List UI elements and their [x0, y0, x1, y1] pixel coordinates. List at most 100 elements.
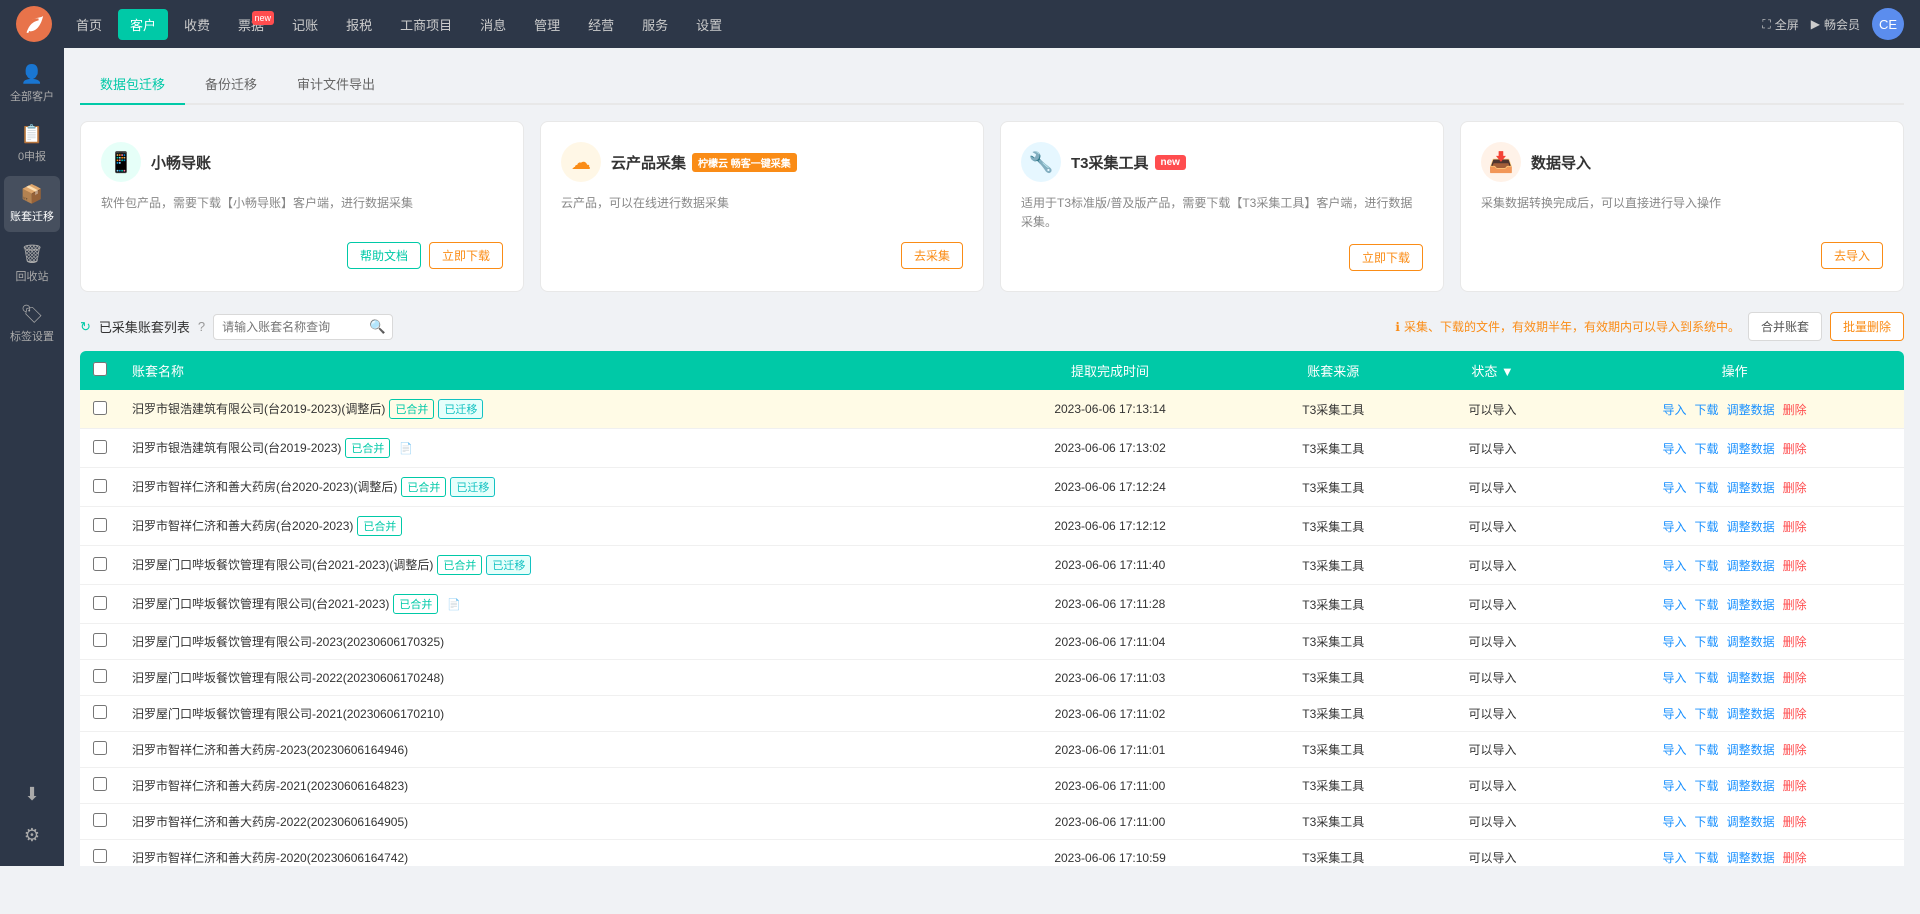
action-删除[interactable]: 删除 [1783, 479, 1807, 496]
action-导入[interactable]: 导入 [1663, 479, 1687, 496]
batch-delete-button[interactable]: 批量删除 [1830, 312, 1904, 341]
action-调整数据[interactable]: 调整数据 [1727, 401, 1775, 418]
nav-payment[interactable]: 收费 [172, 9, 222, 40]
row-checkbox[interactable] [93, 440, 107, 454]
action-调整数据[interactable]: 调整数据 [1727, 813, 1775, 830]
action-删除[interactable]: 删除 [1783, 669, 1807, 686]
action-删除[interactable]: 删除 [1783, 741, 1807, 758]
action-下载[interactable]: 下载 [1695, 849, 1719, 866]
row-checkbox[interactable] [93, 401, 107, 415]
action-导入[interactable]: 导入 [1663, 440, 1687, 457]
nav-message[interactable]: 消息 [468, 9, 518, 40]
action-下载[interactable]: 下载 [1695, 401, 1719, 418]
action-下载[interactable]: 下载 [1695, 557, 1719, 574]
app-logo[interactable] [16, 6, 52, 42]
t3-download-button[interactable]: 立即下载 [1349, 244, 1423, 271]
tab-backup-migration[interactable]: 备份迁移 [185, 64, 277, 105]
nav-settings[interactable]: 设置 [684, 9, 734, 40]
action-调整数据[interactable]: 调整数据 [1727, 518, 1775, 535]
fullscreen-button[interactable]: ⛶ 全屏 [1762, 16, 1798, 33]
row-checkbox[interactable] [93, 705, 107, 719]
help-icon[interactable]: ? [198, 319, 205, 334]
action-导入[interactable]: 导入 [1663, 557, 1687, 574]
action-调整数据[interactable]: 调整数据 [1727, 440, 1775, 457]
action-删除[interactable]: 删除 [1783, 705, 1807, 722]
nav-customer[interactable]: 客户 [118, 9, 168, 40]
row-checkbox[interactable] [93, 479, 107, 493]
sidebar-item-zero-report[interactable]: 📋 0申报 [4, 116, 60, 172]
action-下载[interactable]: 下载 [1695, 479, 1719, 496]
row-checkbox[interactable] [93, 669, 107, 683]
search-button[interactable]: 🔍 [369, 319, 386, 335]
nav-industry[interactable]: 工商项目 [388, 9, 464, 40]
refresh-icon[interactable]: ↻ [80, 319, 91, 335]
action-调整数据[interactable]: 调整数据 [1727, 596, 1775, 613]
sidebar-item-all-clients[interactable]: 👤 全部客户 [4, 56, 60, 112]
select-all-checkbox[interactable] [93, 362, 107, 376]
action-下载[interactable]: 下载 [1695, 669, 1719, 686]
member-button[interactable]: ▶ 畅会员 [1811, 16, 1860, 33]
action-下载[interactable]: 下载 [1695, 518, 1719, 535]
action-调整数据[interactable]: 调整数据 [1727, 849, 1775, 866]
action-删除[interactable]: 删除 [1783, 557, 1807, 574]
nav-accounting[interactable]: 记账 [280, 9, 330, 40]
action-下载[interactable]: 下载 [1695, 741, 1719, 758]
help-doc-button[interactable]: 帮助文档 [347, 242, 421, 269]
merge-account-button[interactable]: 合并账套 [1748, 312, 1822, 341]
go-import-button[interactable]: 去导入 [1821, 242, 1883, 269]
action-删除[interactable]: 删除 [1783, 518, 1807, 535]
action-导入[interactable]: 导入 [1663, 401, 1687, 418]
sidebar-item-user-settings[interactable]: ⚙ [4, 817, 60, 854]
action-下载[interactable]: 下载 [1695, 813, 1719, 830]
action-删除[interactable]: 删除 [1783, 401, 1807, 418]
row-checkbox[interactable] [93, 813, 107, 827]
action-删除[interactable]: 删除 [1783, 849, 1807, 866]
action-下载[interactable]: 下载 [1695, 633, 1719, 650]
action-导入[interactable]: 导入 [1663, 596, 1687, 613]
sidebar-item-download[interactable]: ⬇ [4, 776, 60, 813]
row-checkbox[interactable] [93, 849, 107, 863]
action-导入[interactable]: 导入 [1663, 669, 1687, 686]
action-下载[interactable]: 下载 [1695, 777, 1719, 794]
xiao-chang-download-button[interactable]: 立即下载 [429, 242, 503, 269]
nav-invoice[interactable]: 票据 new [226, 9, 276, 40]
row-checkbox[interactable] [93, 518, 107, 532]
row-checkbox[interactable] [93, 596, 107, 610]
tab-data-migration[interactable]: 数据包迁移 [80, 64, 185, 105]
row-checkbox[interactable] [93, 741, 107, 755]
action-删除[interactable]: 删除 [1783, 633, 1807, 650]
row-checkbox[interactable] [93, 633, 107, 647]
action-下载[interactable]: 下载 [1695, 440, 1719, 457]
action-调整数据[interactable]: 调整数据 [1727, 669, 1775, 686]
action-下载[interactable]: 下载 [1695, 705, 1719, 722]
action-调整数据[interactable]: 调整数据 [1727, 777, 1775, 794]
action-导入[interactable]: 导入 [1663, 813, 1687, 830]
action-下载[interactable]: 下载 [1695, 596, 1719, 613]
tab-audit-export[interactable]: 审计文件导出 [277, 64, 395, 105]
action-删除[interactable]: 删除 [1783, 440, 1807, 457]
action-删除[interactable]: 删除 [1783, 596, 1807, 613]
user-avatar[interactable]: CE [1872, 8, 1904, 40]
nav-operation[interactable]: 经营 [576, 9, 626, 40]
action-导入[interactable]: 导入 [1663, 633, 1687, 650]
sidebar-item-account-migration[interactable]: 📦 账套迁移 [4, 176, 60, 232]
nav-home[interactable]: 首页 [64, 9, 114, 40]
action-导入[interactable]: 导入 [1663, 741, 1687, 758]
action-导入[interactable]: 导入 [1663, 777, 1687, 794]
nav-management[interactable]: 管理 [522, 9, 572, 40]
action-导入[interactable]: 导入 [1663, 518, 1687, 535]
row-checkbox[interactable] [93, 557, 107, 571]
go-collect-button[interactable]: 去采集 [901, 242, 963, 269]
search-input[interactable] [213, 314, 393, 340]
nav-tax[interactable]: 报税 [334, 9, 384, 40]
sidebar-item-recycle[interactable]: 🗑 回收站 [4, 236, 60, 292]
action-删除[interactable]: 删除 [1783, 813, 1807, 830]
nav-service[interactable]: 服务 [630, 9, 680, 40]
action-调整数据[interactable]: 调整数据 [1727, 633, 1775, 650]
sidebar-item-tag-settings[interactable]: 🏷 标签设置 [4, 296, 60, 352]
action-导入[interactable]: 导入 [1663, 705, 1687, 722]
action-调整数据[interactable]: 调整数据 [1727, 741, 1775, 758]
action-调整数据[interactable]: 调整数据 [1727, 479, 1775, 496]
action-调整数据[interactable]: 调整数据 [1727, 557, 1775, 574]
row-checkbox[interactable] [93, 777, 107, 791]
